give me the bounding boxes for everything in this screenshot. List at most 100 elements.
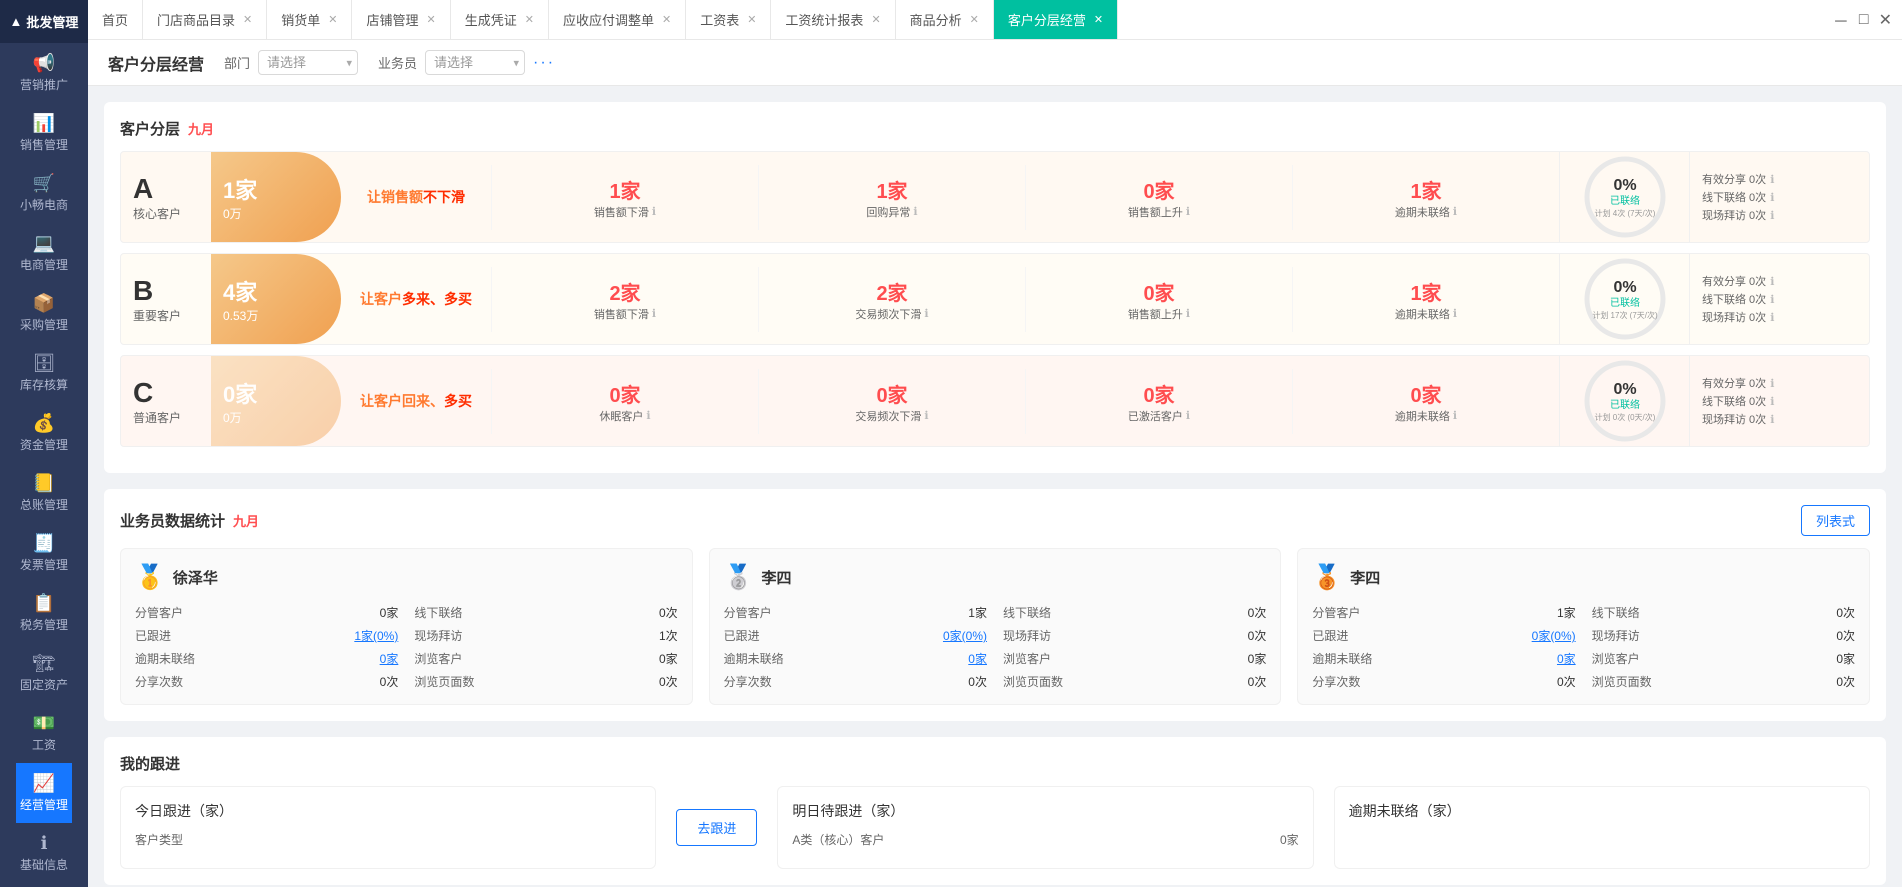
sidebar-logo[interactable]: ▲ 批发管理: [0, 0, 88, 43]
tab-客户分层经营[interactable]: 客户分层经营 ✕: [994, 0, 1118, 40]
customer-section-title: 客户分层: [120, 118, 180, 139]
sidebar-item-发票管理[interactable]: 🧾发票管理: [16, 523, 72, 583]
tier-metric-num: 1家: [767, 175, 1017, 204]
right-info-item: 线下联络 0次 ℹ: [1702, 189, 1857, 205]
tab-close-8[interactable]: ✕: [970, 13, 979, 26]
info-icon[interactable]: ℹ: [1186, 409, 1190, 422]
sidebar-item-工资[interactable]: 💵工资: [16, 703, 72, 763]
sidebar-item-经营管理[interactable]: 📈经营管理: [16, 763, 72, 823]
tier-right-info-B: 有效分享 0次 ℹ线下联络 0次 ℹ现场拜访 0次 ℹ: [1689, 254, 1869, 344]
info-icon[interactable]: ℹ: [652, 205, 656, 218]
tab-label-7: 工资统计报表: [785, 10, 863, 29]
info-icon[interactable]: ℹ: [1770, 413, 1774, 426]
tab-close-7[interactable]: ✕: [871, 13, 880, 26]
tab-close-3[interactable]: ✕: [427, 13, 436, 26]
info-icon[interactable]: ℹ: [1770, 293, 1774, 306]
sidebar-item-电商管理[interactable]: 💻电商管理: [16, 223, 72, 283]
tab-close-4[interactable]: ✕: [525, 13, 534, 26]
staff-stat-value-0-6: 0次: [380, 673, 399, 690]
tab-生成凭证[interactable]: 生成凭证✕: [451, 0, 549, 40]
tab-门店商品目录[interactable]: 门店商品目录✕: [143, 0, 267, 40]
sidebar-label-12: 经营管理: [20, 796, 68, 813]
close-icon[interactable]: ✕: [1879, 10, 1892, 30]
info-icon[interactable]: ℹ: [1770, 173, 1774, 186]
staff-stat-value-2-2[interactable]: 0家(0%): [1532, 627, 1576, 644]
right-info-item: 线下联络 0次 ℹ: [1702, 291, 1857, 307]
tier-metric-label: 销售额上升 ℹ: [1034, 204, 1284, 220]
info-icon[interactable]: ℹ: [924, 409, 928, 422]
staff-stat-label-1-3: 现场拜访: [1003, 627, 1051, 644]
sidebar-item-小畅电商[interactable]: 🛒小畅电商: [16, 163, 72, 223]
tab-工资表[interactable]: 工资表✕: [686, 0, 771, 40]
tab-close-5[interactable]: ✕: [662, 13, 671, 26]
staff-stat-1-3: 现场拜访 0次: [1003, 627, 1266, 644]
tomorrow-a-row: A类（核心）客户 0家: [792, 831, 1298, 848]
sidebar-item-资金管理[interactable]: 💰资金管理: [16, 403, 72, 463]
right-info-item: 现场拜访 0次 ℹ: [1702, 411, 1857, 427]
dept-select[interactable]: 请选择: [258, 50, 358, 75]
tab-close-6[interactable]: ✕: [747, 13, 756, 26]
tier-metric-num: 0家: [1034, 379, 1284, 408]
sidebar-item-总账管理[interactable]: 📒总账管理: [16, 463, 72, 523]
sidebar-item-采购管理[interactable]: 📦采购管理: [16, 283, 72, 343]
info-icon[interactable]: ℹ: [1453, 409, 1457, 422]
goto-followup-button[interactable]: 去跟进: [676, 809, 757, 846]
tier-count-num: 0家: [223, 377, 329, 409]
info-icon[interactable]: ℹ: [646, 409, 650, 422]
sidebar-item-营销推广[interactable]: 📢营销推广: [16, 43, 72, 103]
tab-店铺管理[interactable]: 店铺管理✕: [352, 0, 450, 40]
sidebar-item-销售管理[interactable]: 📊销售管理: [16, 103, 72, 163]
sidebar-icon-1: 📊: [20, 113, 68, 134]
staff-stat-value-0-4[interactable]: 0家: [380, 650, 399, 667]
info-icon[interactable]: ℹ: [924, 307, 928, 320]
maximize-icon[interactable]: □: [1859, 11, 1869, 29]
sidebar-item-系统管理[interactable]: ⚙系统管理: [16, 883, 72, 887]
staff-stat-label-2-0: 分管客户: [1312, 604, 1360, 621]
tab-close-1[interactable]: ✕: [243, 13, 252, 26]
sidebar-icon-3: 💻: [20, 233, 68, 254]
staff-stat-value-2-4[interactable]: 0家: [1557, 650, 1576, 667]
sidebar-icon-8: 🧾: [20, 533, 68, 554]
more-options-icon[interactable]: ···: [533, 54, 555, 72]
staff-select[interactable]: 请选择: [425, 50, 525, 75]
staff-stat-value-1-2[interactable]: 0家(0%): [943, 627, 987, 644]
info-icon[interactable]: ℹ: [1453, 205, 1457, 218]
sidebar-item-固定资产[interactable]: 🏗固定资产: [16, 643, 72, 703]
info-icon[interactable]: ℹ: [913, 205, 917, 218]
info-icon[interactable]: ℹ: [1186, 307, 1190, 320]
tab-商品分析[interactable]: 商品分析✕: [896, 0, 994, 40]
sidebar-item-基础信息[interactable]: ℹ基础信息: [16, 823, 72, 883]
tab-首页[interactable]: 首页: [88, 0, 143, 40]
minimize-icon[interactable]: －: [1833, 8, 1849, 32]
sidebar-item-库存核算[interactable]: 🗄库存核算: [16, 343, 72, 403]
staff-stat-1-4: 逾期未联络 0家: [724, 650, 987, 667]
tier-name-C: 普通客户: [133, 409, 199, 426]
info-icon[interactable]: ℹ: [1770, 311, 1774, 324]
info-icon[interactable]: ℹ: [1453, 307, 1457, 320]
tab-close-9[interactable]: ✕: [1094, 13, 1103, 26]
staff-stat-value-1-7: 0次: [1248, 673, 1267, 690]
info-icon[interactable]: ℹ: [1770, 191, 1774, 204]
svg-text:计划 17次 (7天/次): 计划 17次 (7天/次): [1592, 310, 1658, 320]
staff-stat-value-1-4[interactable]: 0家: [968, 650, 987, 667]
sidebar-item-税务管理[interactable]: 📋税务管理: [16, 583, 72, 643]
info-icon[interactable]: ℹ: [1770, 209, 1774, 222]
tab-label-9: 客户分层经营: [1008, 10, 1086, 29]
tab-应收应付调整单[interactable]: 应收应付调整单✕: [549, 0, 686, 40]
tab-销货单[interactable]: 销货单✕: [267, 0, 352, 40]
staff-stat-value-2-1: 0次: [1836, 604, 1855, 621]
staff-stat-value-0-2[interactable]: 1家(0%): [354, 627, 398, 644]
tab-bar: 首页门店商品目录✕销货单✕店铺管理✕生成凭证✕应收应付调整单✕工资表✕工资统计报…: [88, 0, 1902, 40]
tab-close-2[interactable]: ✕: [328, 13, 337, 26]
info-icon[interactable]: ℹ: [1770, 395, 1774, 408]
staff-stat-label-1-6: 分享次数: [724, 673, 772, 690]
info-icon[interactable]: ℹ: [1770, 377, 1774, 390]
info-icon[interactable]: ℹ: [1770, 275, 1774, 288]
followup-title: 我的跟进: [120, 753, 180, 774]
today-followup-content: 客户类型: [135, 831, 641, 848]
list-view-button[interactable]: 列表式: [1801, 505, 1870, 536]
info-icon[interactable]: ℹ: [652, 307, 656, 320]
staff-stat-0-6: 分享次数 0次: [135, 673, 398, 690]
info-icon[interactable]: ℹ: [1186, 205, 1190, 218]
tab-工资统计报表[interactable]: 工资统计报表 ✕: [771, 0, 895, 40]
